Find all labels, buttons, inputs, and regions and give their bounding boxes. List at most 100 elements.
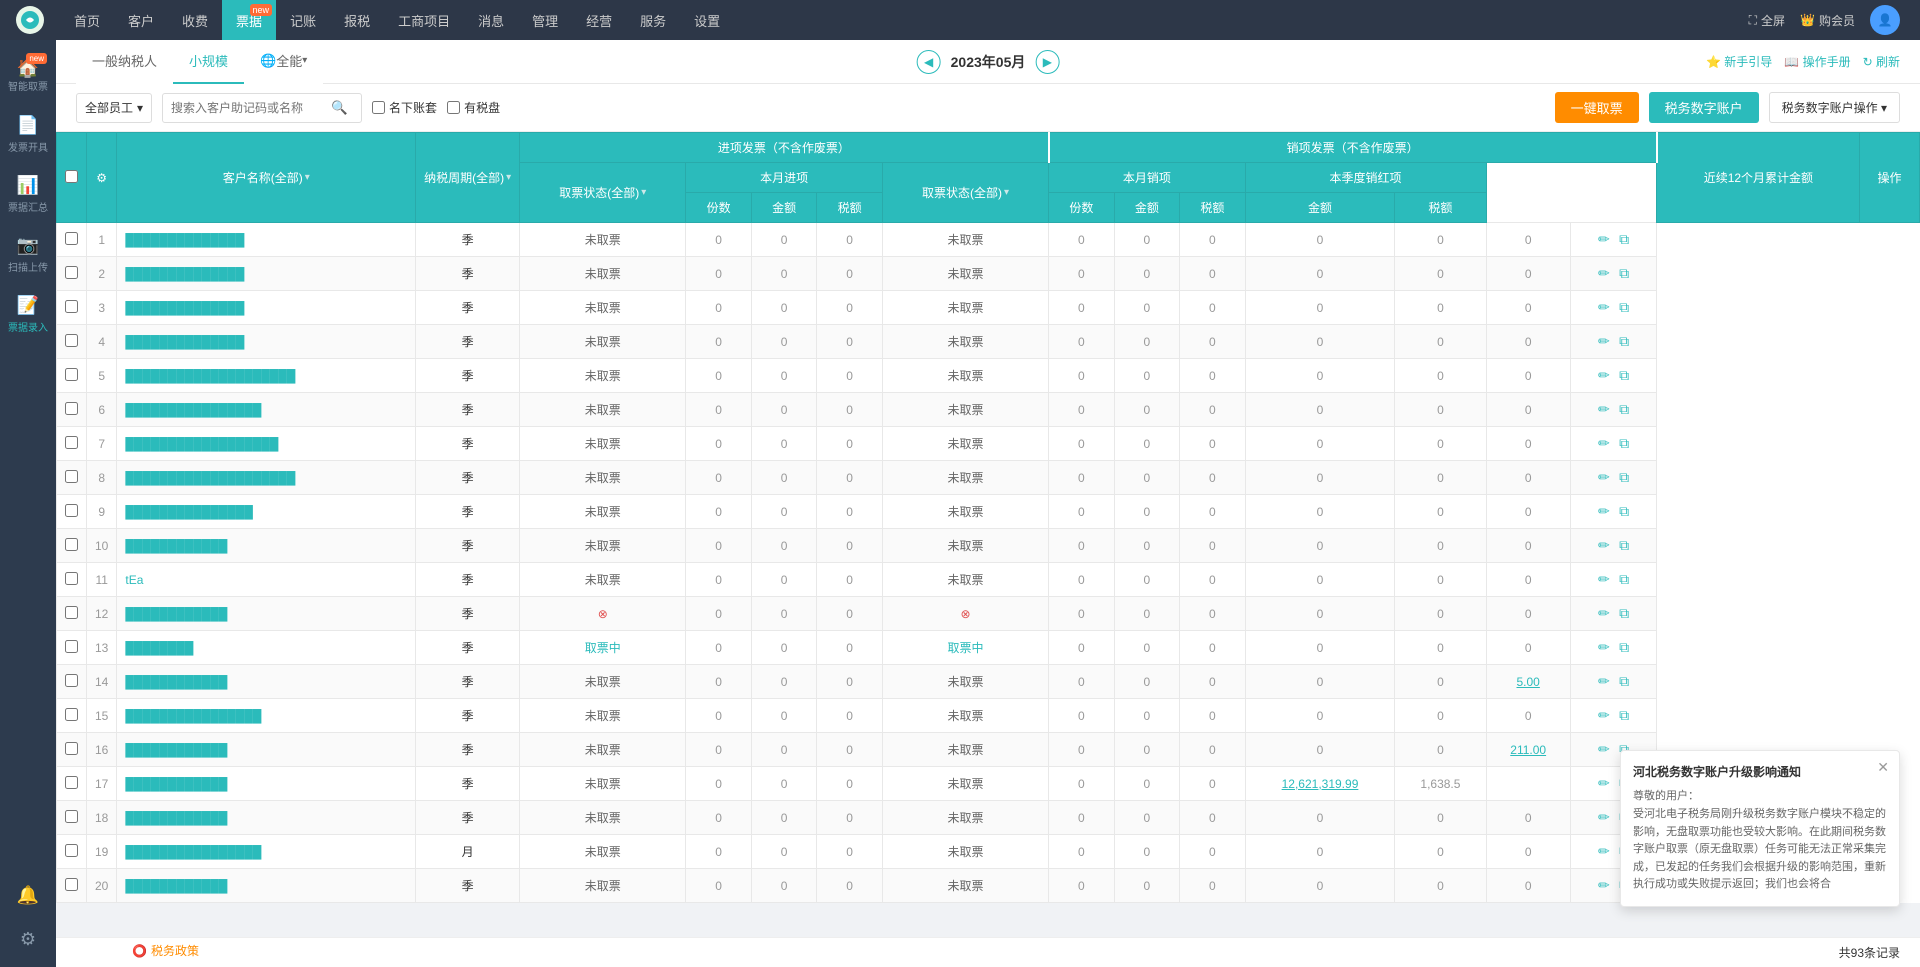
nav-commerce[interactable]: 工商项目 <box>384 0 464 40</box>
row-checkbox[interactable] <box>65 470 78 483</box>
row-customer[interactable]: ████████████████ <box>117 393 416 427</box>
notification-close-btn[interactable]: ✕ <box>1877 759 1889 776</box>
edit-btn[interactable]: ✏ <box>1595 229 1613 250</box>
row-checkbox[interactable] <box>65 776 78 789</box>
tab-small-scale[interactable]: 小规模 <box>173 40 244 84</box>
row-checkbox[interactable] <box>65 436 78 449</box>
tax-digital-account-btn[interactable]: 税务数字账户 <box>1649 92 1759 123</box>
row-customer[interactable]: ████████████ <box>117 665 416 699</box>
copy-btn[interactable]: ⧉ <box>1616 365 1632 386</box>
edit-btn[interactable]: ✏ <box>1595 297 1613 318</box>
tab-general-taxpayer[interactable]: 一般纳税人 <box>76 40 173 84</box>
edit-btn[interactable]: ✏ <box>1595 331 1613 352</box>
th-fetch-status-out[interactable]: 取票状态(全部)▾ <box>882 163 1048 223</box>
refresh-btn[interactable]: ↻ 刷新 <box>1863 53 1900 70</box>
edit-btn[interactable]: ✏ <box>1595 637 1613 658</box>
copy-btn[interactable]: ⧉ <box>1616 671 1632 692</box>
row-checkbox[interactable] <box>65 402 78 415</box>
edit-btn[interactable]: ✏ <box>1595 841 1613 862</box>
sidebar-settings-btn[interactable]: ⚙ <box>3 921 53 957</box>
nav-message[interactable]: 消息 <box>464 0 518 40</box>
search-btn[interactable]: 🔍 <box>331 100 348 116</box>
nav-home[interactable]: 首页 <box>60 0 114 40</box>
row-customer[interactable]: ████████████████████ <box>117 359 416 393</box>
row-customer[interactable]: ████████████ <box>117 529 416 563</box>
row-checkbox[interactable] <box>65 878 78 891</box>
sidebar-item-scan-upload[interactable]: 📷 扫描上传 <box>3 227 53 282</box>
user-avatar[interactable]: 👤 <box>1870 5 1900 35</box>
copy-btn[interactable]: ⧉ <box>1616 229 1632 250</box>
column-settings-icon[interactable]: ⚙ <box>96 171 107 185</box>
sidebar-item-smart-invoice[interactable]: new 🏠 智能取票 <box>3 50 53 102</box>
member-btn[interactable]: 👑 购会员 <box>1800 12 1855 29</box>
nav-fee[interactable]: 收费 <box>168 0 222 40</box>
copy-btn[interactable]: ⧉ <box>1616 637 1632 658</box>
row-customer[interactable]: ████████ <box>117 631 416 665</box>
customer-search-input[interactable] <box>171 101 331 115</box>
row-customer[interactable]: ██████████████████ <box>117 427 416 461</box>
one-click-fetch-btn[interactable]: 一键取票 <box>1555 92 1639 123</box>
edit-btn[interactable]: ✏ <box>1595 603 1613 624</box>
row-customer[interactable]: tEa <box>117 563 416 597</box>
nav-operation[interactable]: 经营 <box>572 0 626 40</box>
row-customer[interactable]: ████████████ <box>117 801 416 835</box>
nav-service[interactable]: 服务 <box>626 0 680 40</box>
nav-settings[interactable]: 设置 <box>680 0 734 40</box>
th-tax-period[interactable]: 纳税周期(全部)▾ <box>416 133 520 223</box>
app-logo[interactable] <box>10 0 50 40</box>
copy-btn[interactable]: ⧉ <box>1616 399 1632 420</box>
has-taxpad-check[interactable] <box>447 101 460 114</box>
employee-filter[interactable]: 全部员工 ▾ <box>76 93 152 123</box>
nav-customer[interactable]: 客户 <box>114 0 168 40</box>
new-guide-btn[interactable]: ⭐ 新手引导 <box>1706 53 1772 70</box>
nav-tax[interactable]: 报税 <box>330 0 384 40</box>
row-customer[interactable]: ████████████ <box>117 767 416 801</box>
row-customer[interactable]: ██████████████ <box>117 223 416 257</box>
my-accounts-check[interactable] <box>372 101 385 114</box>
row-checkbox[interactable] <box>65 674 78 687</box>
edit-btn[interactable]: ✏ <box>1595 467 1613 488</box>
fullscreen-btn[interactable]: ⛶ 全屏 <box>1749 12 1785 29</box>
select-all-checkbox[interactable] <box>65 170 78 183</box>
row-customer[interactable]: ████████████ <box>117 597 416 631</box>
prev-month-btn[interactable]: ◀ <box>917 50 941 74</box>
sidebar-item-invoice-entry[interactable]: 📝 票据录入 <box>3 287 53 342</box>
resize-handle[interactable] <box>1621 751 1633 763</box>
row-checkbox[interactable] <box>65 266 78 279</box>
copy-btn[interactable]: ⧉ <box>1616 603 1632 624</box>
edit-btn[interactable]: ✏ <box>1595 263 1613 284</box>
row-customer[interactable]: ████████████████████ <box>117 461 416 495</box>
edit-btn[interactable]: ✏ <box>1595 807 1613 828</box>
copy-btn[interactable]: ⧉ <box>1616 263 1632 284</box>
my-accounts-checkbox[interactable]: 名下账套 <box>372 99 437 116</box>
row-checkbox[interactable] <box>65 504 78 517</box>
row-checkbox[interactable] <box>65 300 78 313</box>
copy-btn[interactable]: ⧉ <box>1616 501 1632 522</box>
edit-btn[interactable]: ✏ <box>1595 569 1613 590</box>
th-fetch-status-in[interactable]: 取票状态(全部)▾ <box>520 163 686 223</box>
nav-bookkeeping[interactable]: 记账 <box>276 0 330 40</box>
row-customer[interactable]: ████████████████ <box>117 699 416 733</box>
row-checkbox[interactable] <box>65 368 78 381</box>
row-checkbox[interactable] <box>65 742 78 755</box>
row-checkbox[interactable] <box>65 572 78 585</box>
tax-policy-link[interactable]: ⭕ 税务政策 <box>132 942 199 959</box>
edit-btn[interactable]: ✏ <box>1595 399 1613 420</box>
sidebar-notification-btn[interactable]: 🔔 <box>3 877 53 913</box>
tax-digital-operations-btn[interactable]: 税务数字账户操作 ▾ <box>1769 92 1900 123</box>
copy-btn[interactable]: ⧉ <box>1616 569 1632 590</box>
edit-btn[interactable]: ✏ <box>1595 535 1613 556</box>
edit-btn[interactable]: ✏ <box>1595 739 1613 760</box>
th-customer[interactable]: 客户名称(全部)▾ <box>117 133 416 223</box>
sidebar-item-invoice-open[interactable]: 📄 发票开具 <box>3 107 53 162</box>
copy-btn[interactable]: ⧉ <box>1616 331 1632 352</box>
edit-btn[interactable]: ✏ <box>1595 671 1613 692</box>
edit-btn[interactable]: ✏ <box>1595 773 1613 794</box>
edit-btn[interactable]: ✏ <box>1595 433 1613 454</box>
has-taxpad-checkbox[interactable]: 有税盘 <box>447 99 500 116</box>
nav-manage[interactable]: 管理 <box>518 0 572 40</box>
row-customer[interactable]: ███████████████ <box>117 495 416 529</box>
row-checkbox[interactable] <box>65 232 78 245</box>
row-checkbox[interactable] <box>65 334 78 347</box>
tab-all[interactable]: 🌐 全能 ▾ <box>244 40 323 84</box>
